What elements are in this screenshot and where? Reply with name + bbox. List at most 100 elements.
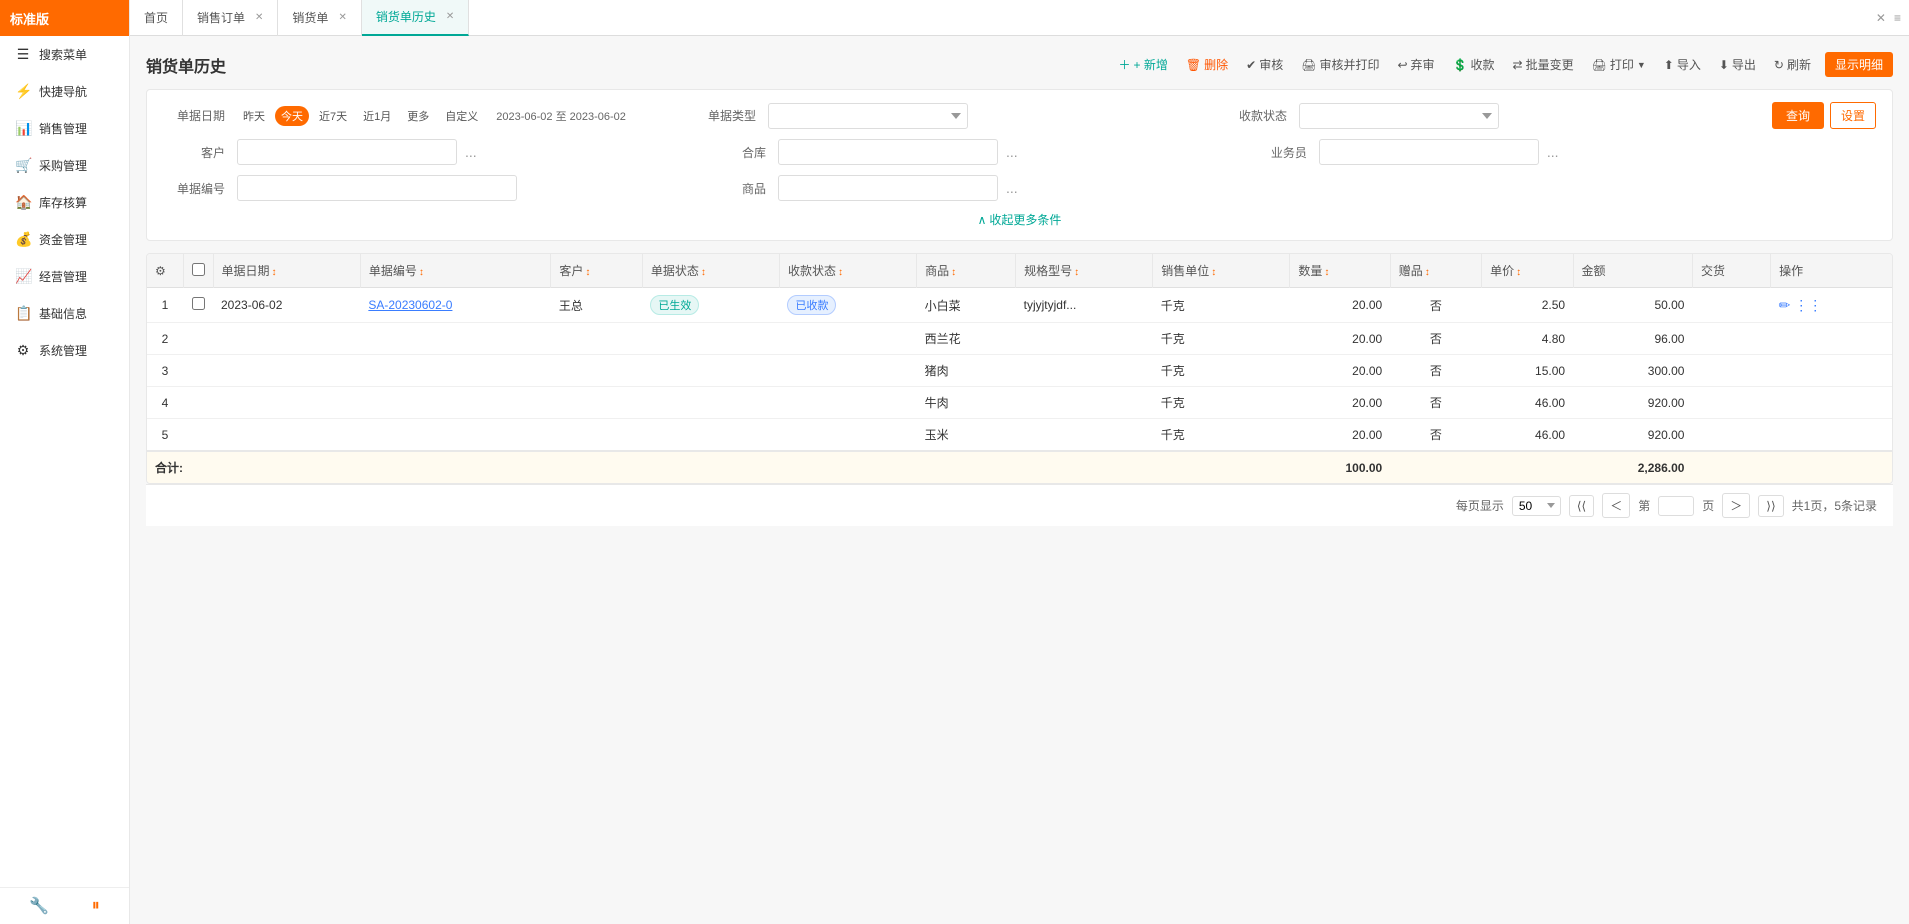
date-tab-1month[interactable]: 近1月	[357, 106, 397, 126]
print-button[interactable]: 🖨 打印 ▼	[1588, 54, 1650, 75]
td-collect-status	[779, 387, 916, 419]
review-print-button[interactable]: 🖨 审核并打印	[1297, 54, 1383, 75]
td-checkbox[interactable]	[183, 288, 213, 323]
show-detail-button[interactable]: 显示明细	[1825, 52, 1893, 77]
th-settings[interactable]: ⚙	[147, 254, 183, 288]
th-gift[interactable]: 赠品↕	[1390, 254, 1481, 288]
import-icon: ⬆	[1664, 58, 1674, 72]
filter-warehouse-dots[interactable]: ...	[1006, 144, 1018, 160]
delete-button[interactable]: 🗑 删除	[1182, 54, 1232, 75]
tab-home[interactable]: 首页	[130, 0, 183, 36]
last-page-button[interactable]: ⟩⟩	[1758, 495, 1783, 517]
filter-salesperson-input[interactable]	[1319, 139, 1539, 165]
th-collect-status[interactable]: 收款状态↕	[779, 254, 916, 288]
td-row-no: 4	[147, 387, 183, 419]
page-title: 销货单历史	[146, 53, 226, 77]
td-doc-no[interactable]	[360, 419, 551, 452]
td-spec-type	[1016, 419, 1153, 452]
td-transaction	[1692, 355, 1770, 387]
sidebar-item-quick-nav[interactable]: ⚡ 快捷导航	[0, 73, 129, 110]
tab-sales-order-label: 销售订单	[197, 9, 245, 26]
filter-customer-dots[interactable]: ...	[465, 144, 477, 160]
td-checkbox[interactable]	[183, 419, 213, 452]
refresh-button[interactable]: ↻ 刷新	[1770, 54, 1815, 75]
sidebar-item-purchase-mgmt[interactable]: 🛒 采购管理	[0, 147, 129, 184]
more-action-icon[interactable]: ⋮⋮	[1794, 297, 1822, 313]
abandon-button[interactable]: ↩ 弃审	[1393, 54, 1438, 75]
th-doc-status[interactable]: 单据状态↕	[642, 254, 779, 288]
date-tab-more[interactable]: 更多	[401, 106, 435, 126]
edit-icon[interactable]: ✏	[1779, 297, 1791, 313]
td-checkbox[interactable]	[183, 355, 213, 387]
collapse-button[interactable]: ∧ 收起更多条件	[163, 211, 1876, 228]
settings-button[interactable]: 设置	[1830, 102, 1876, 129]
tab-sales-goods-close[interactable]: ✕	[338, 12, 346, 23]
td-gift: 否	[1390, 419, 1481, 452]
page-header: 销货单历史 ＋ + 新增 🗑 删除 ✔ 审核 🖨 审核并打印	[146, 52, 1893, 77]
next-page-button[interactable]: ＞	[1722, 493, 1750, 518]
filter-doc-type-select[interactable]	[768, 103, 968, 129]
sidebar-item-search-menu[interactable]: ☰ 搜索菜单	[0, 36, 129, 73]
tab-sales-history-close[interactable]: ✕	[446, 11, 454, 22]
filter-goods-dots[interactable]: ...	[1006, 180, 1018, 196]
filter-salesperson-dots[interactable]: ...	[1547, 144, 1559, 160]
first-page-button[interactable]: ⟨⟨	[1569, 495, 1594, 517]
sidebar-item-basic-info[interactable]: 📋 基础信息	[0, 295, 129, 332]
td-sales-unit: 千克	[1153, 355, 1290, 387]
tab-sales-order[interactable]: 销售订单 ✕	[183, 0, 278, 36]
th-spec-type[interactable]: 规格型号↕	[1016, 254, 1153, 288]
date-tab-custom[interactable]: 自定义	[439, 106, 484, 126]
th-customer[interactable]: 客户↕	[551, 254, 642, 288]
import-button[interactable]: ⬆ 导入	[1660, 54, 1705, 75]
th-goods[interactable]: 商品↕	[917, 254, 1016, 288]
collect-button[interactable]: 💲 收款	[1449, 54, 1499, 75]
sidebar-item-finance-mgmt[interactable]: 💰 资金管理	[0, 221, 129, 258]
filter-customer-input[interactable]	[237, 139, 457, 165]
filter-collect-status-select[interactable]	[1299, 103, 1499, 129]
tab-sales-goods[interactable]: 销货单 ✕	[278, 0, 361, 36]
date-tab-yesterday[interactable]: 昨天	[237, 106, 271, 126]
page-input[interactable]: 1	[1658, 496, 1694, 516]
date-tab-today[interactable]: 今天	[275, 106, 309, 126]
filter-doc-no-input[interactable]	[237, 175, 517, 201]
th-doc-no[interactable]: 单据编号↕	[360, 254, 551, 288]
per-page-select[interactable]: 50 20 100	[1512, 496, 1561, 516]
td-doc-no[interactable]: SA-20230602-0	[360, 288, 551, 323]
td-doc-no[interactable]	[360, 323, 551, 355]
filter-warehouse-input[interactable]	[778, 139, 998, 165]
sidebar-bottom-icon1[interactable]: 🔧	[29, 896, 49, 916]
export-button[interactable]: ⬇ 导出	[1715, 54, 1760, 75]
row-checkbox[interactable]	[192, 297, 205, 310]
sidebar-item-sales-mgmt[interactable]: 📊 销售管理	[0, 110, 129, 147]
table-row: 1 2023-06-02 SA-20230602-0 王总 已生效 已收款 小白…	[147, 288, 1892, 323]
batch-change-button[interactable]: ⇄ 批量变更	[1509, 54, 1578, 75]
td-checkbox[interactable]	[183, 323, 213, 355]
review-button[interactable]: ✔ 审核	[1242, 54, 1287, 75]
sidebar-item-system-mgmt[interactable]: ⚙ 系统管理	[0, 332, 129, 369]
filter-goods-input[interactable]	[778, 175, 998, 201]
add-button[interactable]: ＋ + 新增	[1115, 54, 1172, 75]
tab-bar-menu[interactable]: ≡	[1894, 11, 1901, 25]
prev-page-button[interactable]: ＜	[1602, 493, 1630, 518]
td-checkbox[interactable]	[183, 387, 213, 419]
sidebar-bottom-icon2[interactable]: ⏸	[92, 897, 100, 915]
th-unit-price[interactable]: 单价↕	[1482, 254, 1573, 288]
th-qty[interactable]: 数量↕	[1290, 254, 1390, 288]
th-sales-unit[interactable]: 销售单位↕	[1153, 254, 1290, 288]
tab-sales-history[interactable]: 销货单历史 ✕	[362, 0, 469, 36]
table-row: 2 西兰花 千克 20.00 否 4.80 96.00	[147, 323, 1892, 355]
td-doc-date	[213, 355, 360, 387]
select-all-checkbox[interactable]	[192, 263, 205, 276]
tab-sales-order-close[interactable]: ✕	[255, 12, 263, 23]
delete-icon: 🗑	[1186, 58, 1201, 72]
th-checkbox[interactable]	[183, 254, 213, 288]
tab-bar-close-all[interactable]: ✕	[1876, 11, 1886, 25]
td-doc-no[interactable]	[360, 387, 551, 419]
sidebar-item-operation-mgmt[interactable]: 📈 经营管理	[0, 258, 129, 295]
td-doc-no[interactable]	[360, 355, 551, 387]
th-doc-date[interactable]: 单据日期↕	[213, 254, 360, 288]
query-button[interactable]: 查询	[1772, 102, 1824, 129]
td-goods: 牛肉	[917, 387, 1016, 419]
sidebar-item-inventory-calc[interactable]: 🏠 库存核算	[0, 184, 129, 221]
date-tab-7days[interactable]: 近7天	[313, 106, 353, 126]
